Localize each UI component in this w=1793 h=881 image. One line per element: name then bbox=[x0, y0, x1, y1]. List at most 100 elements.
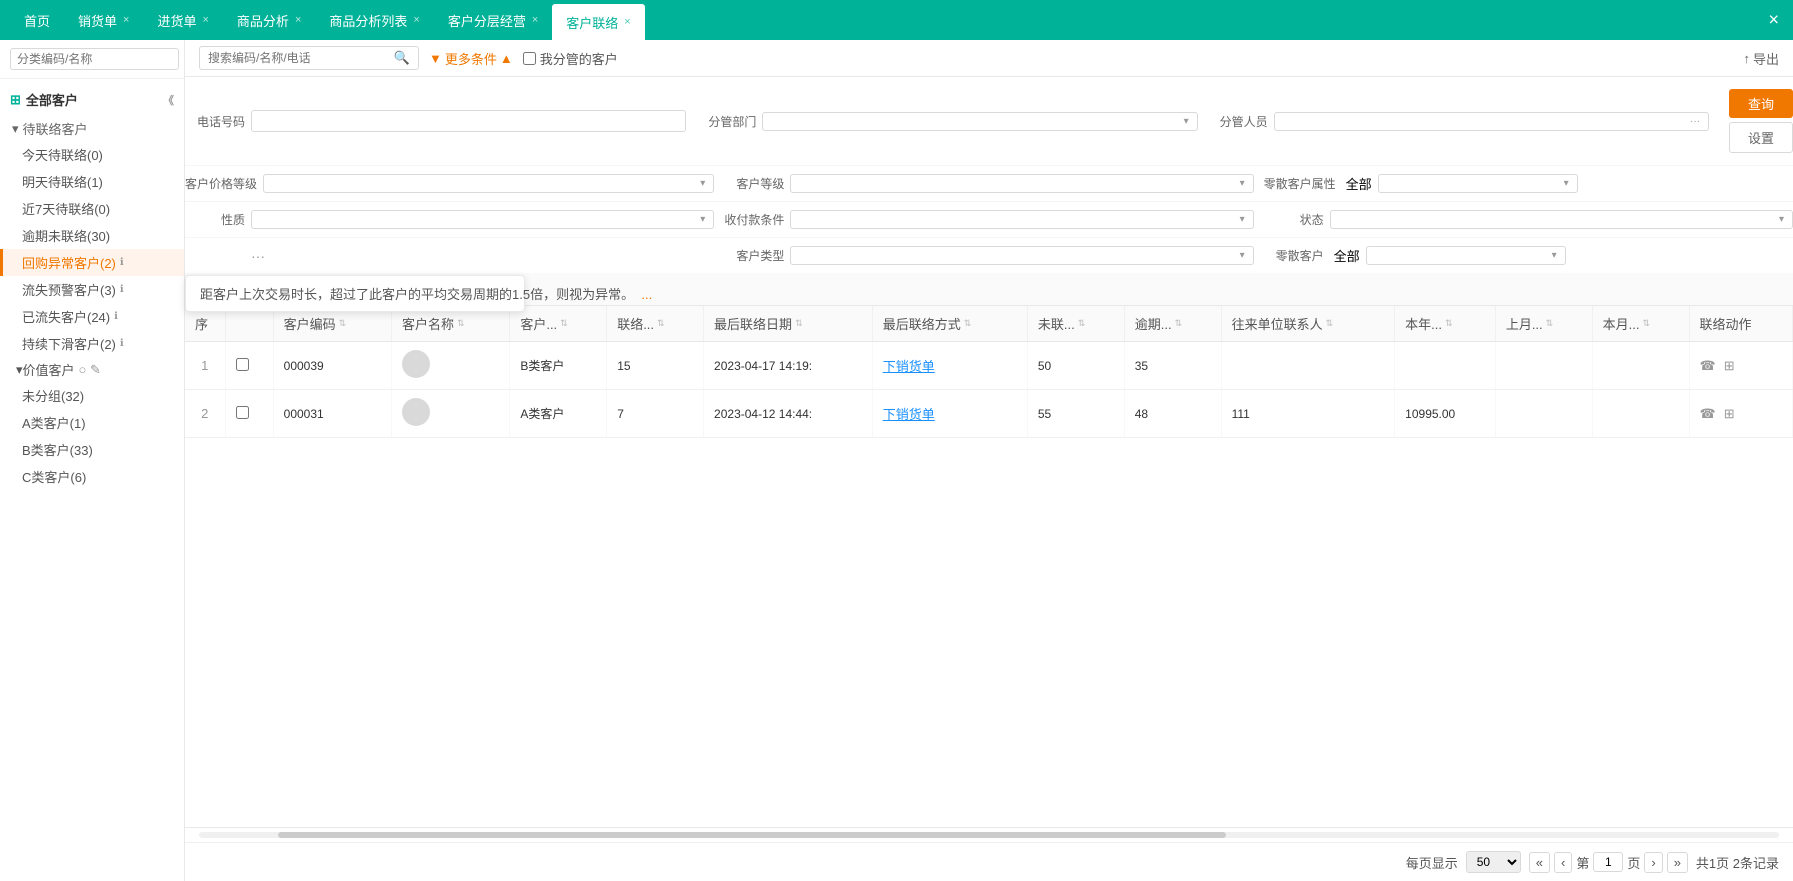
info-icon-declining[interactable]: ℹ bbox=[120, 338, 124, 349]
sidebar-group-pending[interactable]: ▾ 待联络客户 bbox=[0, 114, 184, 141]
row2-checkbox[interactable] bbox=[236, 406, 249, 419]
last-page-btn[interactable]: » bbox=[1667, 852, 1688, 873]
sidebar-group-value[interactable]: ▾ 价值客户 ○ ✎ bbox=[0, 357, 184, 382]
close-analysis-tab-icon[interactable]: × bbox=[295, 14, 301, 26]
filter-icon: ▼ bbox=[429, 51, 442, 66]
phone-action-1[interactable]: ☎ bbox=[1700, 358, 1716, 374]
cell-notcontact-1: 50 bbox=[1027, 342, 1124, 390]
cell-way-2[interactable]: 下销货单 bbox=[872, 390, 1027, 438]
sidebar-item-repurchase-anomaly[interactable]: 回购异常客户(2) ℹ bbox=[0, 249, 184, 276]
th-this-month[interactable]: 本月...⇅ bbox=[1592, 306, 1689, 342]
sort-level-icon: ⇅ bbox=[560, 318, 568, 329]
th-last-way[interactable]: 最后联络方式⇅ bbox=[872, 306, 1027, 342]
next-page-btn[interactable]: › bbox=[1644, 852, 1662, 873]
close-purchase-tab-icon[interactable]: × bbox=[202, 14, 208, 26]
scroll-track[interactable] bbox=[199, 832, 1779, 838]
cell-lastmonth-1 bbox=[1495, 342, 1592, 390]
close-customer-layer-tab-icon[interactable]: × bbox=[532, 14, 538, 26]
th-level[interactable]: 客户...⇅ bbox=[510, 306, 607, 342]
sidebar-collapse-icon[interactable]: 《 bbox=[163, 92, 174, 108]
th-past-contacts[interactable]: 往来单位联系人⇅ bbox=[1221, 306, 1395, 342]
filter-cell-phone: 电话号码 bbox=[185, 110, 686, 132]
query-button[interactable]: 查询 bbox=[1729, 89, 1793, 118]
per-page-select[interactable]: 50 100 200 bbox=[1466, 851, 1521, 873]
th-contact[interactable]: 联络...⇅ bbox=[607, 306, 704, 342]
sidebar-search-input[interactable] bbox=[10, 48, 179, 70]
th-overdue[interactable]: 逾期...⇅ bbox=[1124, 306, 1221, 342]
sidebar-item-overdue[interactable]: 逾期未联络(30) bbox=[0, 222, 184, 249]
cell-contact-2: 7 bbox=[607, 390, 704, 438]
nav-tab-customer-contact[interactable]: 客户联络 × bbox=[552, 4, 644, 40]
prev-page-btn[interactable]: ‹ bbox=[1554, 852, 1572, 873]
th-not-contacted[interactable]: 未联...⇅ bbox=[1027, 306, 1124, 342]
info-icon-repurchase[interactable]: ℹ bbox=[120, 257, 124, 268]
th-last-date[interactable]: 最后联络日期⇅ bbox=[704, 306, 873, 342]
sidebar-all-customers[interactable]: ⊞ 全部客户 《 bbox=[0, 85, 184, 114]
tooltip-more-btn[interactable]: ... bbox=[641, 287, 652, 302]
person-select[interactable]: ··· bbox=[1274, 112, 1709, 131]
payment-arrow: ▾ bbox=[1240, 214, 1245, 225]
my-customers-checkbox[interactable] bbox=[523, 52, 536, 65]
customer-level-select[interactable]: ▾ bbox=[790, 174, 1253, 193]
sparse-attr-select[interactable]: ▾ bbox=[1378, 174, 1578, 193]
first-page-btn[interactable]: « bbox=[1529, 852, 1550, 873]
nav-tab-sales[interactable]: 销货单 × bbox=[64, 0, 143, 40]
scroll-thumb[interactable] bbox=[278, 832, 1226, 838]
cell-num-1: 1 bbox=[185, 342, 225, 390]
page-input[interactable] bbox=[1593, 852, 1623, 872]
sidebar-item-c-class[interactable]: C类客户(6) bbox=[0, 463, 184, 490]
status-select[interactable]: ▾ bbox=[1330, 210, 1793, 229]
close-analysis-list-tab-icon[interactable]: × bbox=[413, 14, 419, 26]
cell-overdue-2: 48 bbox=[1124, 390, 1221, 438]
export-btn[interactable]: ↑ 导出 bbox=[1743, 49, 1779, 68]
dept-select[interactable]: ▾ bbox=[762, 112, 1197, 131]
nav-tab-analysis-list[interactable]: 商品分析列表 × bbox=[315, 0, 433, 40]
action-buttons: 查询 设置 bbox=[1719, 85, 1793, 157]
price-level-select[interactable]: ▾ bbox=[263, 174, 714, 193]
payment-select[interactable]: ▾ bbox=[790, 210, 1253, 229]
sidebar-item-lostwarning[interactable]: 流失预警客户(3) ℹ bbox=[0, 276, 184, 303]
sidebar-item-ungrouped[interactable]: 未分组(32) bbox=[0, 382, 184, 409]
info-icon-lostwarning[interactable]: ℹ bbox=[120, 284, 124, 295]
chat-action-2[interactable]: ⊞ bbox=[1724, 406, 1735, 422]
sidebar-item-tomorrow[interactable]: 明天待联络(1) bbox=[0, 168, 184, 195]
sidebar-item-lost[interactable]: 已流失客户(24) ℹ bbox=[0, 303, 184, 330]
chat-action-1[interactable]: ⊞ bbox=[1724, 358, 1735, 374]
th-last-month[interactable]: 上月...⇅ bbox=[1495, 306, 1592, 342]
nav-tab-purchase[interactable]: 进货单 × bbox=[143, 0, 222, 40]
scroll-bar-area bbox=[185, 827, 1793, 842]
phone-action-2[interactable]: ☎ bbox=[1700, 406, 1716, 422]
close-customer-contact-tab-icon[interactable]: × bbox=[624, 16, 630, 28]
info-icon-lost[interactable]: ℹ bbox=[114, 311, 118, 322]
filter-cell-ellipsis: ··· bbox=[185, 248, 714, 264]
more-conditions-btn[interactable]: ▼ 更多条件 ▲ bbox=[429, 49, 513, 68]
nav-tab-customer-layer[interactable]: 客户分层经营 × bbox=[434, 0, 552, 40]
tooltip-box: 距客户上次交易时长，超过了此客户的平均交易周期的1.5倍，则视为异常。 ... bbox=[185, 275, 525, 312]
customer-type-select[interactable]: ▾ bbox=[790, 246, 1253, 265]
edit-value-group-icon[interactable]: ○ ✎ bbox=[79, 362, 101, 378]
filter-cell-person: 分管人员 ··· bbox=[1208, 112, 1709, 131]
close-all-tabs-icon[interactable]: × bbox=[1768, 10, 1779, 31]
sidebar-item-today[interactable]: 今天待联络(0) bbox=[0, 141, 184, 168]
nav-tab-home[interactable]: 首页 bbox=[10, 0, 64, 40]
sidebar-item-b-class[interactable]: B类客户(33) bbox=[0, 436, 184, 463]
sparse-customer-select[interactable]: ▾ bbox=[1366, 246, 1566, 265]
sidebar-item-7days[interactable]: 近7天待联络(0) bbox=[0, 195, 184, 222]
nature-select[interactable]: ▾ bbox=[251, 210, 714, 229]
sidebar-item-declining[interactable]: 持续下滑客户(2) ℹ bbox=[0, 330, 184, 357]
customer-search-input[interactable] bbox=[208, 51, 394, 65]
filter-row-1: 电话号码 分管部门 ▾ 分管人员 ··· bbox=[185, 77, 1793, 166]
ellipsis-button[interactable]: ··· bbox=[251, 248, 265, 264]
sidebar: 🔍 ⊞ 全部客户 《 ▾ 待联络客户 今天待联络(0) 明天待联络(1) 近7天… bbox=[0, 40, 185, 881]
th-this-year[interactable]: 本年...⇅ bbox=[1395, 306, 1496, 342]
phone-input[interactable] bbox=[251, 110, 686, 132]
close-sales-tab-icon[interactable]: × bbox=[123, 14, 129, 26]
nav-tab-analysis[interactable]: 商品分析 × bbox=[223, 0, 315, 40]
row1-checkbox[interactable] bbox=[236, 358, 249, 371]
table-row: 2 000031 A类客户 7 2023-04-12 14:44: 下销货单 5… bbox=[185, 390, 1793, 438]
customer-search-icon[interactable]: 🔍 bbox=[394, 50, 410, 66]
cell-way-1[interactable]: 下销货单 bbox=[872, 342, 1027, 390]
sidebar-item-a-class[interactable]: A类客户(1) bbox=[0, 409, 184, 436]
cell-lastmonth-2 bbox=[1495, 390, 1592, 438]
settings-button[interactable]: 设置 bbox=[1729, 122, 1793, 153]
